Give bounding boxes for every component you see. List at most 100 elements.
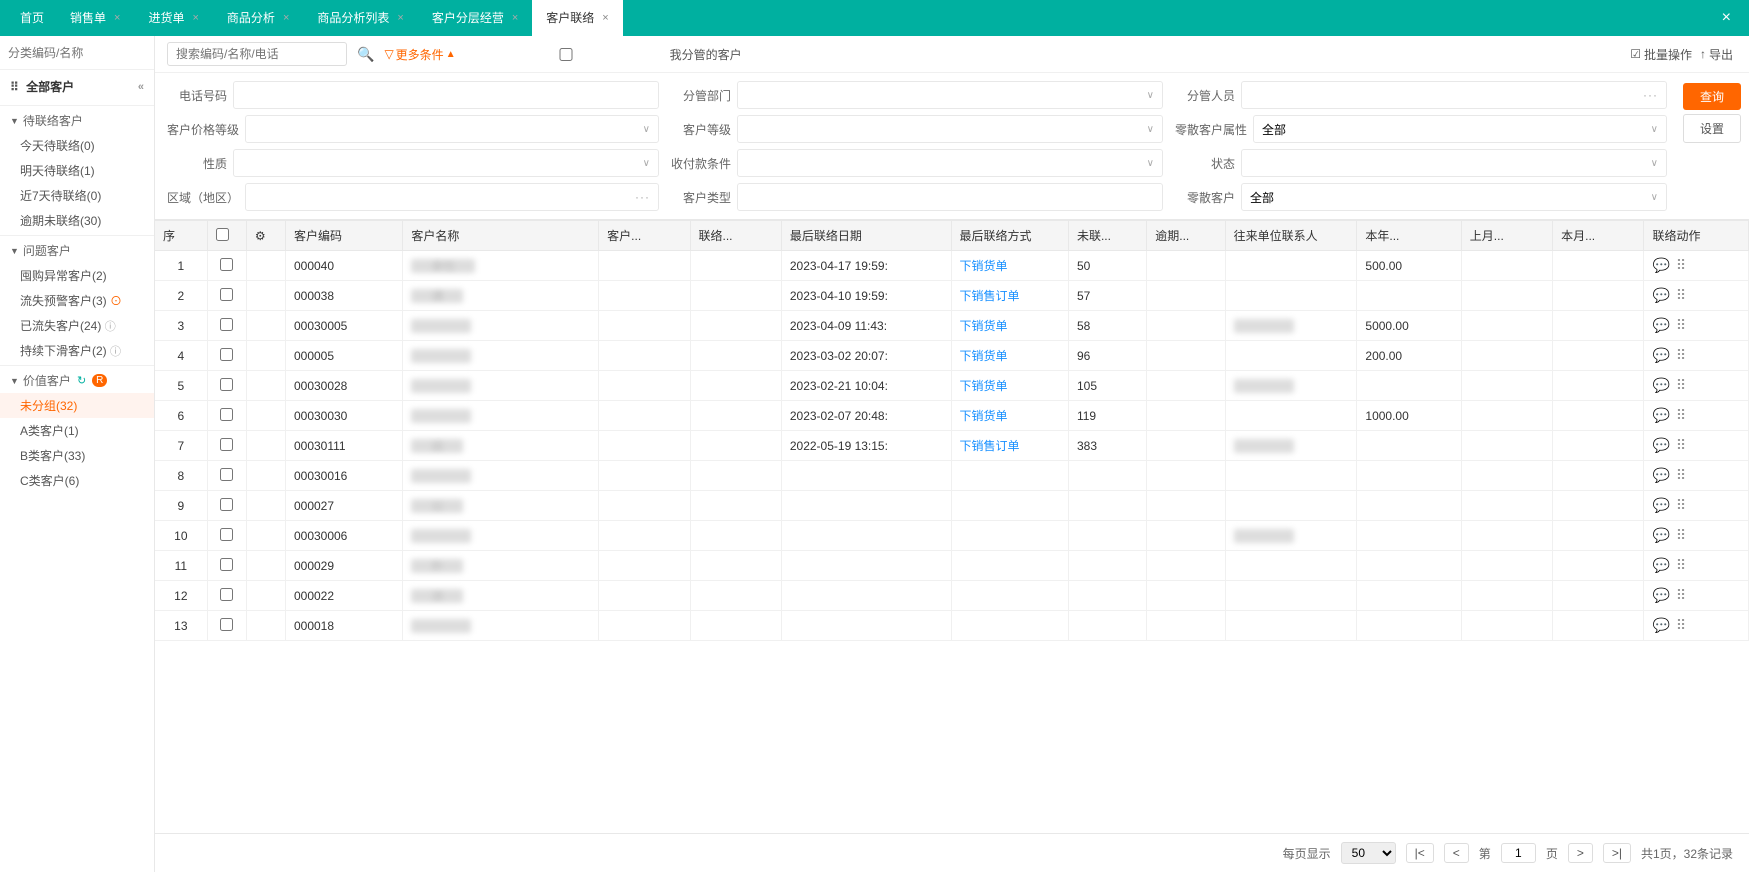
message-icon[interactable]: 💬 (1652, 257, 1669, 274)
last-type-link[interactable]: 下销货单 (960, 259, 1008, 273)
row-checkbox[interactable] (220, 288, 233, 301)
grid-action-icon[interactable]: ⠿ (1676, 347, 1686, 364)
sidebar-item-lost[interactable]: 已流失客户(24) ⓘ (0, 313, 154, 338)
sidebar-group-problem[interactable]: ▼ 问题客户 (0, 238, 154, 263)
export-button[interactable]: ↑ 导出 (1700, 46, 1733, 63)
sidebar-item-abnormal[interactable]: 囤购异常客户(2) (0, 263, 154, 288)
search-input[interactable] (167, 42, 347, 66)
per-page-select[interactable]: 50 20 100 (1341, 842, 1396, 864)
sidebar-item-tomorrow[interactable]: 明天待联络(1) (0, 158, 154, 183)
sidebar-item-loss-warning[interactable]: 流失预警客户(3) ⊙ (0, 288, 154, 313)
nav-home[interactable]: 首页 (8, 0, 56, 36)
row-checkbox[interactable] (220, 348, 233, 361)
sidebar-item-b[interactable]: B类客户(33) (0, 443, 154, 468)
next-page-button[interactable]: > (1568, 843, 1593, 863)
query-button[interactable]: 查询 (1683, 83, 1741, 110)
row-checkbox[interactable] (220, 528, 233, 541)
settings-icon[interactable]: ⚙ (255, 229, 266, 243)
last-type-link[interactable]: 下销货单 (960, 319, 1008, 333)
grid-action-icon[interactable]: ⠿ (1676, 467, 1686, 484)
row-checkbox[interactable] (220, 618, 233, 631)
nav-customer-contact-close[interactable]: × (602, 0, 608, 36)
price-level-select[interactable]: ∨ (245, 115, 659, 143)
sidebar-item-ungroup[interactable]: 未分组(32) (0, 393, 154, 418)
nav-customer-segment[interactable]: 客户分层经营 × (418, 0, 532, 36)
message-icon[interactable]: 💬 (1652, 377, 1669, 394)
page-input[interactable] (1501, 843, 1536, 863)
nav-purchase-close[interactable]: × (192, 0, 198, 36)
nav-product-analysis-list-close[interactable]: × (397, 0, 403, 36)
grid-action-icon[interactable]: ⠿ (1676, 317, 1686, 334)
reset-button[interactable]: 设置 (1683, 114, 1741, 143)
message-icon[interactable]: 💬 (1652, 497, 1669, 514)
row-checkbox[interactable] (220, 378, 233, 391)
close-all-button[interactable]: × (1712, 9, 1741, 27)
department-select[interactable]: ∨ (737, 81, 1163, 109)
nature-select[interactable]: ∨ (233, 149, 659, 177)
sidebar-group-value[interactable]: ▼ 价值客户 ↻ R (0, 368, 154, 393)
retail-customer-select[interactable]: 全部 ∨ (1241, 183, 1667, 211)
batch-op-button[interactable]: ☑ 批量操作 (1630, 46, 1692, 63)
message-icon[interactable]: 💬 (1652, 437, 1669, 454)
last-type-link[interactable]: 下销货单 (960, 349, 1008, 363)
refresh-icon[interactable]: ↻ (77, 374, 86, 387)
grid-action-icon[interactable]: ⠿ (1676, 407, 1686, 424)
nav-customer-contact[interactable]: 客户联络 × (532, 0, 622, 36)
region-select[interactable]: ··· (245, 183, 659, 211)
phone-input[interactable] (233, 81, 659, 109)
row-checkbox[interactable] (220, 468, 233, 481)
more-conditions-button[interactable]: ▽ 更多条件 ▲ (384, 46, 455, 63)
col-header-settings[interactable]: ⚙ (246, 221, 285, 251)
last-type-link[interactable]: 下销货单 (960, 409, 1008, 423)
customer-level-select[interactable]: ∨ (737, 115, 1163, 143)
select-all-checkbox[interactable] (216, 228, 229, 241)
grid-action-icon[interactable]: ⠿ (1676, 557, 1686, 574)
row-checkbox[interactable] (220, 438, 233, 451)
last-type-link[interactable]: 下销售订单 (960, 289, 1020, 303)
sidebar-item-today[interactable]: 今天待联络(0) (0, 133, 154, 158)
message-icon[interactable]: 💬 (1652, 557, 1669, 574)
grid-action-icon[interactable]: ⠿ (1676, 587, 1686, 604)
message-icon[interactable]: 💬 (1652, 587, 1669, 604)
first-page-button[interactable]: |< (1406, 843, 1434, 863)
grid-action-icon[interactable]: ⠿ (1676, 617, 1686, 634)
nav-sales[interactable]: 销售单 × (56, 0, 134, 36)
row-checkbox[interactable] (220, 558, 233, 571)
message-icon[interactable]: 💬 (1652, 527, 1669, 544)
row-checkbox[interactable] (220, 408, 233, 421)
grid-action-icon[interactable]: ⠿ (1676, 497, 1686, 514)
sidebar-item-7days[interactable]: 近7天待联络(0) (0, 183, 154, 208)
sidebar-item-overdue[interactable]: 逾期未联络(30) (0, 208, 154, 233)
row-checkbox[interactable] (220, 318, 233, 331)
sidebar-item-c[interactable]: C类客户(6) (0, 468, 154, 493)
nav-purchase[interactable]: 进货单 × (134, 0, 212, 36)
message-icon[interactable]: 💬 (1652, 317, 1669, 334)
sidebar-item-a[interactable]: A类客户(1) (0, 418, 154, 443)
nav-sales-close[interactable]: × (114, 0, 120, 36)
prev-page-button[interactable]: < (1444, 843, 1469, 863)
search-button[interactable]: 🔍 (357, 46, 374, 63)
retail-attr-select[interactable]: 全部 ∨ (1253, 115, 1667, 143)
grid-action-icon[interactable]: ⠿ (1676, 377, 1686, 394)
status-select[interactable]: ∨ (1241, 149, 1667, 177)
row-checkbox[interactable] (220, 258, 233, 271)
message-icon[interactable]: 💬 (1652, 407, 1669, 424)
last-type-link[interactable]: 下销售订单 (960, 439, 1020, 453)
message-icon[interactable]: 💬 (1652, 287, 1669, 304)
my-customers-checkbox[interactable]: 我分管的客户 (466, 46, 742, 63)
grid-action-icon[interactable]: ⠿ (1676, 527, 1686, 544)
sidebar-group-pending[interactable]: ▼ 待联络客户 (0, 108, 154, 133)
sidebar-search-input[interactable] (8, 46, 155, 60)
grid-action-icon[interactable]: ⠿ (1676, 437, 1686, 454)
message-icon[interactable]: 💬 (1652, 617, 1669, 634)
person-select[interactable]: ··· (1241, 81, 1667, 109)
nav-product-analysis[interactable]: 商品分析 × (213, 0, 303, 36)
message-icon[interactable]: 💬 (1652, 347, 1669, 364)
customer-type-select[interactable] (737, 183, 1163, 211)
last-type-link[interactable]: 下销货单 (960, 379, 1008, 393)
sidebar-all-customers[interactable]: ⠿ 全部客户 « (0, 70, 154, 103)
sidebar-item-declining[interactable]: 持续下滑客户(2) ⓘ (0, 338, 154, 363)
message-icon[interactable]: 💬 (1652, 467, 1669, 484)
nav-product-analysis-list[interactable]: 商品分析列表 × (303, 0, 417, 36)
nav-product-analysis-close[interactable]: × (283, 0, 289, 36)
